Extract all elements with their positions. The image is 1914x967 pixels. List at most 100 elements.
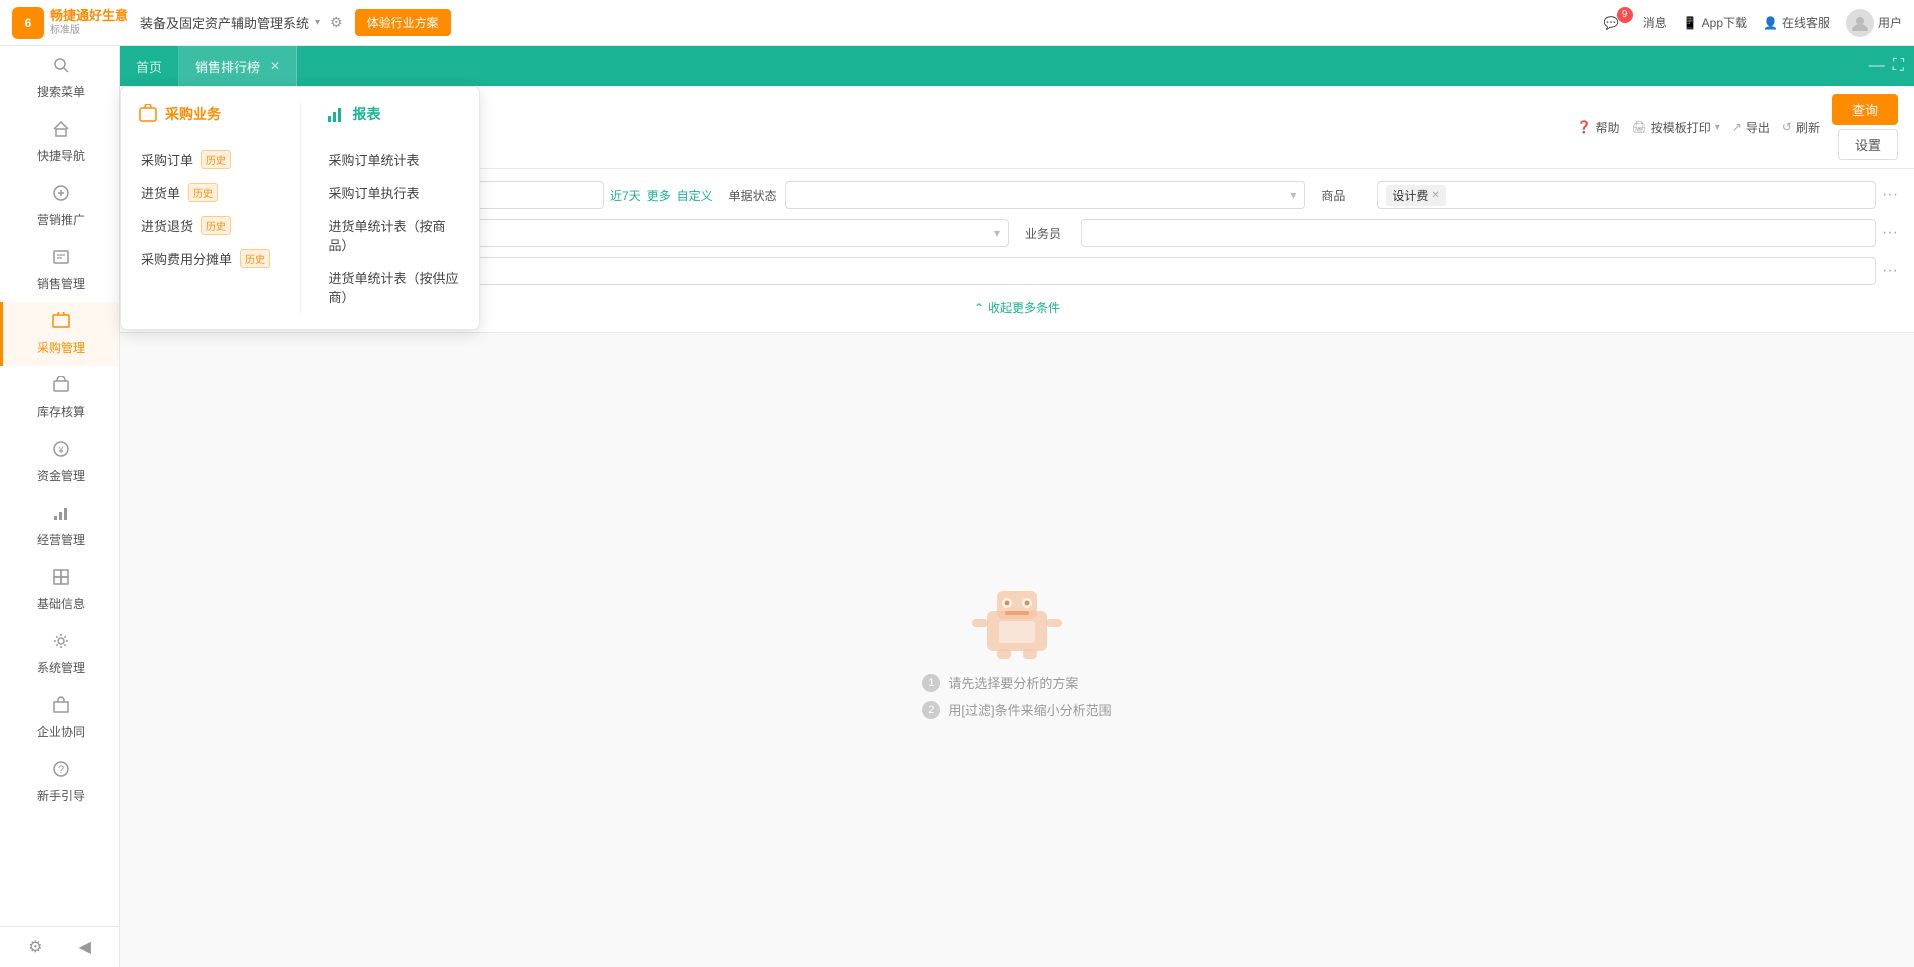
goods-more-icon[interactable]: ··· (1882, 186, 1898, 204)
empty-tip-2: 2 用[过滤]条件来缩小分析范围 (922, 700, 1111, 719)
empty-tips: 1 请先选择要分析的方案 2 用[过滤]条件来缩小分析范围 (922, 673, 1111, 719)
export-label: 导出 (1746, 119, 1770, 136)
arrow-down-icon[interactable]: ▾ (315, 17, 320, 28)
purchase-order-label: 采购订单 (141, 150, 193, 169)
sidebar-settings-btn[interactable]: ⚙ (28, 937, 42, 957)
dropdown-item-purchase-order[interactable]: 采购订单 历史 (137, 143, 276, 176)
dropdown-item-purchase-order-stat[interactable]: 采购订单统计表 (325, 143, 464, 176)
dropdown-item-receipt-stat-goods[interactable]: 进货单统计表（按商品） (325, 209, 464, 261)
help-action[interactable]: ❓ 帮助 (1577, 119, 1620, 136)
user-action[interactable]: 用户 (1846, 9, 1902, 37)
system-title: 装备及固定资产辅助管理系统 ▾ ⚙ (140, 10, 347, 35)
logo-area: 6 畅捷通好生意 标准版 (12, 7, 132, 39)
report-col-label: 报表 (353, 104, 381, 124)
sidebar-item-marketing[interactable]: 营销推广 (0, 174, 119, 238)
dropdown-item-goods-return[interactable]: 进货退货 历史 (137, 209, 276, 242)
goods-return-label: 进货退货 (141, 216, 193, 235)
empty-icon (967, 581, 1067, 661)
trial-button[interactable]: 体验行业方案 (355, 9, 451, 36)
header-left: 6 畅捷通好生意 标准版 装备及固定资产辅助管理系统 ▾ ⚙ 体验行业方案 (12, 7, 451, 39)
tab-maximize-icon[interactable]: ⛶ (1893, 57, 1904, 75)
online-service-action[interactable]: 👤 在线客服 (1763, 14, 1830, 31)
purchase-order-history: 历史 (201, 150, 231, 169)
app-download-action[interactable]: 📱 App下载 (1683, 14, 1747, 31)
query-button[interactable]: 查询 (1832, 94, 1898, 125)
sidebar-item-sales[interactable]: 销售管理 (0, 238, 119, 302)
date-shortcut-7days[interactable]: 近7天 (610, 187, 641, 204)
dropdown-item-purchase-expense[interactable]: 采购费用分摊单 历史 (137, 242, 276, 275)
sidebar-item-inventory[interactable]: 库存核算 (0, 366, 119, 430)
purchase-order-exec-label: 采购订单执行表 (329, 183, 420, 202)
print-action[interactable]: 🖨 按模板打印 ▾ (1632, 119, 1720, 136)
sidebar-collapse-btn[interactable]: ◀ (79, 937, 91, 957)
goods-tag-text: 设计费 (1392, 187, 1428, 204)
sidebar-item-guide[interactable]: ? 新手引导 (0, 750, 119, 814)
sidebar-label-guide: 新手引导 (37, 787, 85, 804)
status-input[interactable]: ▾ (785, 181, 1306, 209)
sidebar-item-system[interactable]: 系统管理 (0, 622, 119, 686)
empty-state: 1 请先选择要分析的方案 2 用[过滤]条件来缩小分析范围 (922, 581, 1111, 719)
goods-return-history: 历史 (201, 216, 231, 235)
sidebar-label-quick: 快捷导航 (37, 147, 85, 164)
date-more[interactable]: 更多 (647, 187, 671, 204)
purchase-order-stat-label: 采购订单统计表 (329, 150, 420, 169)
goods-input[interactable]: 设计费 ✕ (1377, 181, 1876, 209)
report-col-icon (325, 103, 347, 125)
sidebar-label-purchase: 采购管理 (37, 339, 85, 356)
sidebar-item-purchase[interactable]: 采购管理 (0, 302, 119, 366)
sidebar-item-enterprise[interactable]: 企业协同 (0, 686, 119, 750)
service-icon: 👤 (1763, 16, 1778, 30)
tab-home-label: 首页 (136, 57, 162, 76)
dropdown-item-receipt-stat-supplier[interactable]: 进货单统计表（按供应商） (325, 261, 464, 313)
tab-sales-ranking[interactable]: 销售排行榜 ✕ (179, 46, 297, 86)
app-download-label: App下载 (1702, 14, 1747, 31)
tab-home[interactable]: 首页 (120, 46, 179, 86)
print-arrow-icon[interactable]: ▾ (1715, 122, 1720, 133)
guide-icon: ? (52, 760, 70, 783)
system-title-text: 装备及固定资产辅助管理系统 (140, 13, 309, 32)
sidebar-label-system: 系统管理 (37, 659, 85, 676)
filter-status: 单据状态 ▾ (729, 181, 1306, 209)
tab-sales-ranking-label: 销售排行榜 (195, 57, 260, 76)
enterprise-icon (52, 696, 70, 719)
sidebar-item-operations[interactable]: 经营管理 (0, 494, 119, 558)
report-col-title: 报表 (325, 103, 464, 131)
purchase-icon (52, 312, 70, 335)
help-label: 帮助 (1596, 119, 1620, 136)
export-icon: ↗ (1732, 120, 1742, 134)
goods-tag: 设计费 ✕ (1386, 185, 1445, 206)
salesman-input[interactable] (1081, 219, 1876, 247)
tab-close-icon[interactable]: ✕ (270, 59, 280, 73)
purchase-col-icon (137, 103, 159, 125)
sidebar-item-quick[interactable]: 快捷导航 (0, 110, 119, 174)
goods-tag-close[interactable]: ✕ (1431, 190, 1439, 201)
export-action[interactable]: ↗ 导出 (1732, 119, 1770, 136)
online-service-label: 在线客服 (1782, 14, 1830, 31)
purchase-expense-history: 历史 (240, 249, 270, 268)
sidebar-label-marketing: 营销推广 (37, 211, 85, 228)
collapse-button[interactable]: ⌃ 收起更多条件 (974, 295, 1060, 320)
dropdown-item-goods-receipt[interactable]: 进货单 历史 (137, 176, 276, 209)
receipt-stat-supplier-label: 进货单统计表（按供应商） (329, 268, 460, 306)
chevron-up-icon: ⌃ (974, 301, 984, 315)
customer-more-icon[interactable]: ··· (1882, 262, 1898, 280)
sidebar-item-basic[interactable]: 基础信息 (0, 558, 119, 622)
refresh-action[interactable]: ↺ 刷新 (1782, 119, 1820, 136)
print-icon: 🖨 (1632, 120, 1647, 134)
sidebar-label-finance: 资金管理 (37, 467, 85, 484)
finance-icon: ¥ (52, 440, 70, 463)
dropdown-item-purchase-order-exec[interactable]: 采购订单执行表 (325, 176, 464, 209)
tab-bar: 首页 销售排行榜 ✕ — ⛶ (120, 46, 1914, 86)
svg-text:6: 6 (25, 16, 32, 30)
tab-minimize-icon[interactable]: — (1869, 57, 1885, 75)
dropdown-divider (300, 103, 301, 313)
sidebar-item-finance[interactable]: ¥ 资金管理 (0, 430, 119, 494)
home-icon (52, 120, 70, 143)
phone-icon: 📱 (1683, 16, 1698, 30)
message-action[interactable]: 💬 9 消息 (1604, 14, 1667, 31)
salesman-more-icon[interactable]: ··· (1882, 224, 1898, 242)
sidebar-item-search[interactable]: 搜索菜单 (0, 46, 119, 110)
gear-icon[interactable]: ⚙ (326, 10, 347, 35)
settings-button[interactable]: 设置 (1838, 129, 1898, 160)
date-custom[interactable]: 自定义 (677, 187, 713, 204)
